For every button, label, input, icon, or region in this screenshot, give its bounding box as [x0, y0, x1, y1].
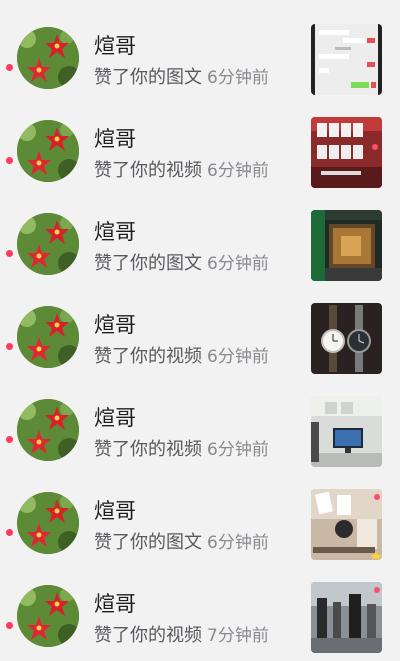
timestamp: 6分钟前 — [207, 254, 269, 274]
timestamp: 6分钟前 — [207, 68, 269, 88]
red-flower-avatar-icon — [17, 306, 79, 368]
red-flower-avatar-icon — [17, 27, 79, 89]
street-scene-thumbnail-icon — [311, 582, 382, 653]
timestamp: 6分钟前 — [207, 440, 269, 460]
notification-row[interactable]: 煊哥 赞了你的图文 6分钟前 — [0, 10, 400, 103]
action-text: 赞了你的视频 — [94, 625, 202, 646]
post-thumbnail[interactable] — [311, 396, 382, 467]
avatar[interactable] — [17, 306, 79, 368]
post-thumbnail[interactable] — [311, 303, 382, 374]
post-thumbnail[interactable] — [311, 117, 382, 188]
timestamp: 6分钟前 — [207, 161, 269, 181]
unread-dot — [6, 64, 13, 71]
unread-dot — [6, 436, 13, 443]
user-name[interactable]: 煊哥 — [94, 126, 136, 152]
timestamp: 6分钟前 — [207, 533, 269, 553]
timestamp: 6分钟前 — [207, 347, 269, 367]
user-name[interactable]: 煊哥 — [94, 591, 136, 617]
notification-text: 赞了你的图文 6分钟前 — [94, 252, 269, 276]
mahjong-tiles-thumbnail-icon — [311, 117, 382, 188]
avatar[interactable] — [17, 213, 79, 275]
notification-text: 赞了你的视频 6分钟前 — [94, 345, 269, 369]
user-name[interactable]: 煊哥 — [94, 498, 136, 524]
playing-cards-thumbnail-icon — [311, 489, 382, 560]
red-flower-avatar-icon — [17, 120, 79, 182]
avatar[interactable] — [17, 27, 79, 89]
action-text: 赞了你的图文 — [94, 67, 202, 88]
notification-text: 赞了你的视频 6分钟前 — [94, 159, 269, 183]
unread-dot — [6, 157, 13, 164]
unread-dot — [6, 343, 13, 350]
post-thumbnail[interactable] — [311, 489, 382, 560]
avatar[interactable] — [17, 492, 79, 554]
red-flower-avatar-icon — [17, 585, 79, 647]
glass-display-case-thumbnail-icon — [311, 210, 382, 281]
unread-dot — [6, 529, 13, 536]
unread-dot — [6, 622, 13, 629]
chat-screenshot-thumbnail-icon — [311, 24, 382, 95]
notification-row[interactable]: 煊哥 赞了你的视频 6分钟前 — [0, 382, 400, 475]
post-thumbnail[interactable] — [311, 582, 382, 653]
red-flower-avatar-icon — [17, 213, 79, 275]
notification-row[interactable]: 煊哥 赞了你的图文 6分钟前 — [0, 196, 400, 289]
notification-row[interactable]: 煊哥 赞了你的视频 7分钟前 — [0, 568, 400, 661]
unread-dot — [6, 250, 13, 257]
office-monitor-thumbnail-icon — [311, 396, 382, 467]
timestamp: 7分钟前 — [207, 626, 269, 646]
notification-row[interactable]: 煊哥 赞了你的图文 6分钟前 — [0, 475, 400, 568]
action-text: 赞了你的图文 — [94, 253, 202, 274]
user-name[interactable]: 煊哥 — [94, 312, 136, 338]
red-flower-avatar-icon — [17, 399, 79, 461]
notification-text: 赞了你的图文 6分钟前 — [94, 531, 269, 555]
user-name[interactable]: 煊哥 — [94, 219, 136, 245]
user-name[interactable]: 煊哥 — [94, 33, 136, 59]
avatar[interactable] — [17, 120, 79, 182]
action-text: 赞了你的视频 — [94, 160, 202, 181]
action-text: 赞了你的视频 — [94, 439, 202, 460]
notification-text: 赞了你的图文 6分钟前 — [94, 66, 269, 90]
post-thumbnail[interactable] — [311, 210, 382, 281]
action-text: 赞了你的视频 — [94, 346, 202, 367]
notification-text: 赞了你的视频 6分钟前 — [94, 438, 269, 462]
avatar[interactable] — [17, 399, 79, 461]
avatar[interactable] — [17, 585, 79, 647]
red-flower-avatar-icon — [17, 492, 79, 554]
notification-row[interactable]: 煊哥 赞了你的视频 6分钟前 — [0, 289, 400, 382]
wristwatches-thumbnail-icon — [311, 303, 382, 374]
post-thumbnail[interactable] — [311, 24, 382, 95]
notification-list: 煊哥 赞了你的图文 6分钟前 煊哥 赞了你的视频 6分钟前 煊哥 赞了你的图文 … — [0, 10, 400, 661]
user-name[interactable]: 煊哥 — [94, 405, 136, 431]
action-text: 赞了你的图文 — [94, 532, 202, 553]
notification-row[interactable]: 煊哥 赞了你的视频 6分钟前 — [0, 103, 400, 196]
notification-text: 赞了你的视频 7分钟前 — [94, 624, 269, 648]
